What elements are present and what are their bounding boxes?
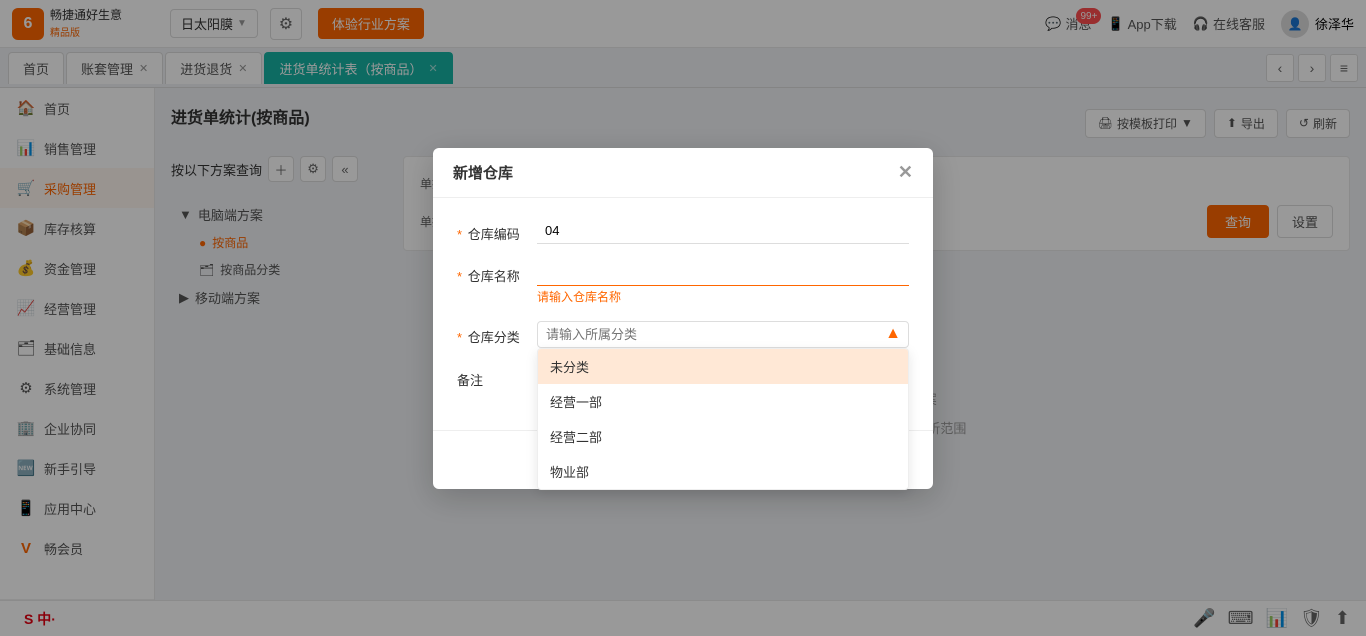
category-toggle-icon[interactable]: ▲ [885,325,901,343]
category-input[interactable] [537,321,909,348]
name-error-msg: 请输入仓库名称 [537,288,909,305]
category-row: * 仓库分类 ▲ 未分类 经营一部 经营二部 物业部 [457,321,909,348]
category-input-wrap: ▲ 未分类 经营一部 经营二部 物业部 [537,321,909,348]
code-row: * 仓库编码 [457,218,909,244]
name-input[interactable] [537,260,909,286]
category-dropdown: 未分类 经营一部 经营二部 物业部 [537,348,909,490]
dialog-close-button[interactable]: ✕ [898,163,913,181]
dropdown-item-uncategorized[interactable]: 未分类 [538,349,908,384]
name-row: * 仓库名称 请输入仓库名称 [457,260,909,305]
name-label: * 仓库名称 [457,260,537,285]
new-warehouse-dialog: 新增仓库 ✕ * 仓库编码 * 仓库名称 [433,148,933,489]
dialog-title: 新增仓库 [453,162,513,183]
dropdown-item-dept2[interactable]: 经营二部 [538,419,908,454]
dropdown-item-dept1[interactable]: 经营一部 [538,384,908,419]
note-label: 备注 [457,364,537,389]
dropdown-item-dept3[interactable]: 物业部 [538,454,908,489]
code-label: * 仓库编码 [457,218,537,243]
category-label: * 仓库分类 [457,321,537,346]
dialog-overlay: 新增仓库 ✕ * 仓库编码 * 仓库名称 [0,0,1366,636]
code-input[interactable] [537,218,909,244]
dialog-header: 新增仓库 ✕ [433,148,933,198]
dialog-body: * 仓库编码 * 仓库名称 请输入仓库名称 [433,198,933,430]
